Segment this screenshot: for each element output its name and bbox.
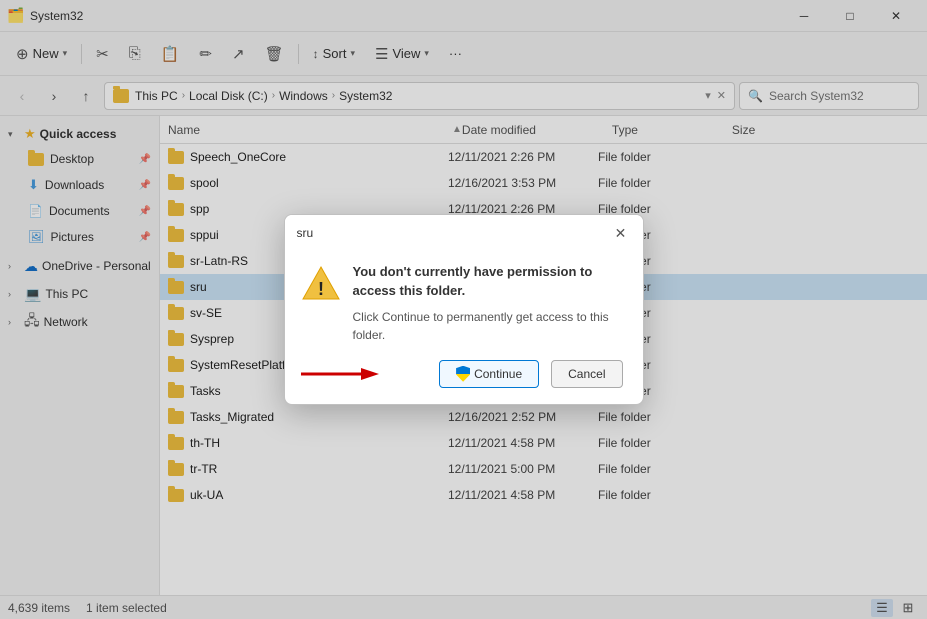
warning-icon: ! bbox=[301, 263, 341, 303]
dialog-sub-text: Click Continue to permanently get access… bbox=[353, 308, 623, 344]
continue-label: Continue bbox=[474, 367, 522, 381]
dialog-titlebar: sru ✕ bbox=[285, 215, 643, 251]
permission-dialog: sru ✕ ! You don't currently have permiss… bbox=[284, 214, 644, 404]
dialog-main-text: You don't currently have permission to a… bbox=[353, 263, 623, 299]
dialog-close-button[interactable]: ✕ bbox=[611, 223, 631, 243]
continue-button[interactable]: Continue bbox=[439, 360, 539, 388]
svg-text:!: ! bbox=[318, 279, 324, 299]
dialog-title: sru bbox=[297, 226, 611, 240]
dialog-body: ! You don't currently have permission to… bbox=[285, 251, 643, 403]
shield-icon bbox=[456, 366, 470, 382]
dialog-arrow bbox=[301, 366, 381, 382]
dialog-text-block: You don't currently have permission to a… bbox=[353, 263, 623, 343]
cancel-label: Cancel bbox=[568, 367, 605, 381]
dialog-button-row: Continue Cancel bbox=[301, 360, 623, 388]
cancel-button[interactable]: Cancel bbox=[551, 360, 622, 388]
dialog-overlay: sru ✕ ! You don't currently have permiss… bbox=[0, 0, 927, 619]
dialog-warning-row: ! You don't currently have permission to… bbox=[301, 263, 623, 343]
